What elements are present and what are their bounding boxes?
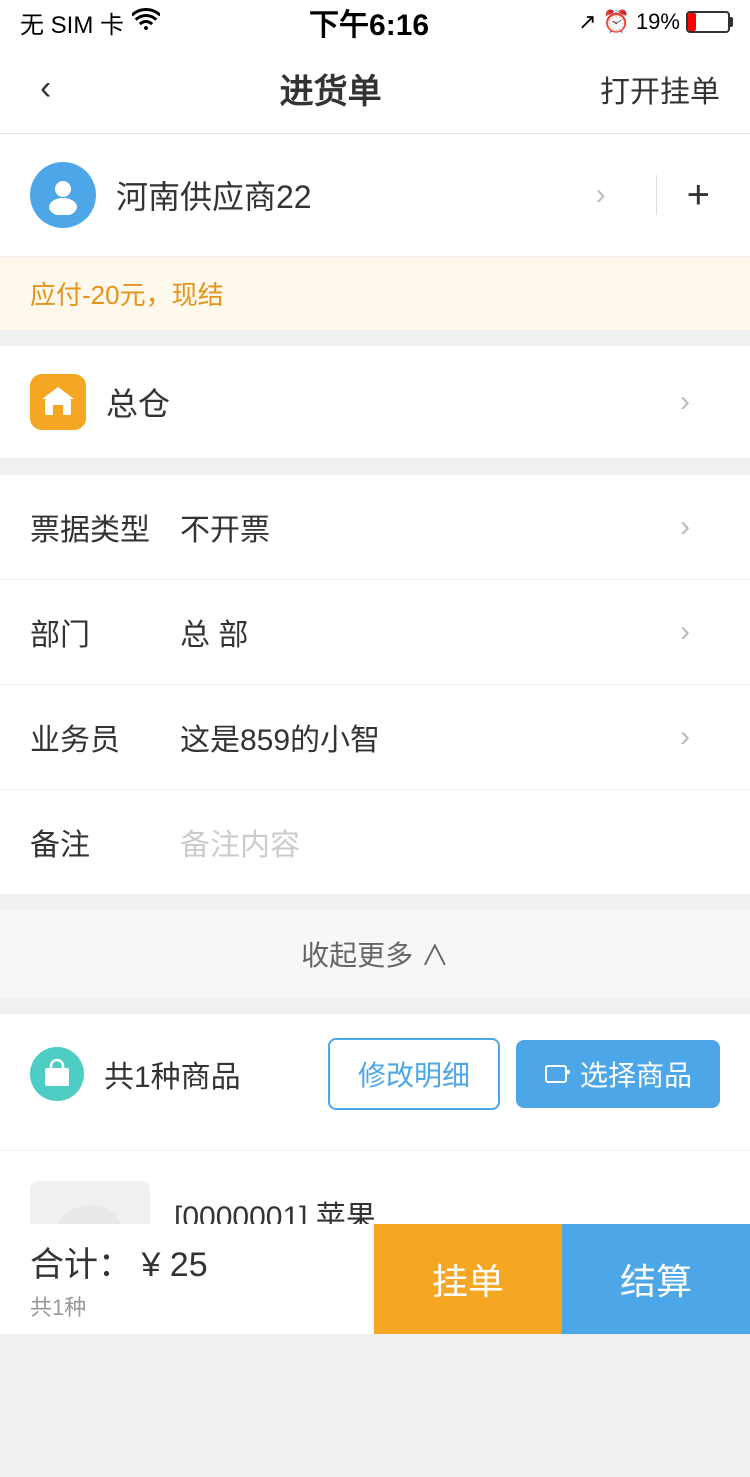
- status-right: ↗ ⏰ 19%: [578, 9, 730, 35]
- department-label: 部门: [30, 610, 180, 654]
- products-icon: [30, 1047, 84, 1101]
- select-product-button[interactable]: 选择商品: [516, 1040, 720, 1108]
- salesperson-chevron-icon: ›: [680, 720, 690, 754]
- warehouse-row[interactable]: 总仓 ›: [0, 346, 750, 458]
- supplier-card: 河南供应商22 › + 应付-20元，现结: [0, 134, 750, 330]
- form-card: 票据类型 不开票 › 部门 总 部 › 业务员 这是859的小智 › 备注 备注…: [0, 474, 750, 894]
- warehouse-chevron-icon: ›: [680, 385, 690, 419]
- supplier-row[interactable]: 河南供应商22 › +: [0, 134, 750, 257]
- department-chevron-icon: ›: [680, 615, 690, 649]
- wifi-icon: [132, 8, 160, 37]
- location-icon: ↗: [578, 9, 596, 35]
- hang-order-button[interactable]: 挂单: [374, 1224, 562, 1334]
- back-button[interactable]: ‹: [30, 59, 61, 118]
- collapse-toggle[interactable]: 收起更多 ∧: [0, 910, 750, 998]
- remark-label: 备注: [30, 820, 180, 864]
- warehouse-icon: [30, 374, 86, 430]
- supplier-name: 河南供应商22: [116, 172, 596, 218]
- supplier-avatar: [30, 162, 96, 228]
- salesperson-label: 业务员: [30, 715, 180, 759]
- time-display: 下午6:16: [309, 0, 429, 44]
- department-value: 总 部: [180, 610, 680, 654]
- page-title: 进货单: [280, 64, 382, 113]
- supplier-chevron-icon: ›: [596, 178, 606, 212]
- warehouse-name: 总仓: [106, 379, 680, 425]
- status-left: 无 SIM 卡: [20, 5, 160, 40]
- products-count: 共1种商品: [104, 1052, 328, 1096]
- remark-row[interactable]: 备注 备注内容: [0, 789, 750, 894]
- add-supplier-button[interactable]: +: [677, 173, 720, 218]
- battery-percent: 19%: [636, 9, 680, 35]
- nav-bar: ‹ 进货单 打开挂单: [0, 44, 750, 134]
- edit-details-button[interactable]: 修改明细: [328, 1038, 500, 1110]
- open-pending-button[interactable]: 打开挂单: [600, 67, 720, 111]
- supplier-info-banner: 应付-20元，现结: [0, 257, 750, 330]
- divider: [656, 175, 657, 215]
- checkout-button[interactable]: 结算: [562, 1224, 750, 1334]
- carrier-text: 无 SIM 卡: [20, 5, 124, 40]
- products-header: 共1种商品 修改明细 选择商品: [0, 1014, 750, 1134]
- battery-icon: [686, 11, 730, 33]
- status-bar: 无 SIM 卡 下午6:16 ↗ ⏰ 19%: [0, 0, 750, 44]
- warehouse-card[interactable]: 总仓 ›: [0, 346, 750, 458]
- department-row[interactable]: 部门 总 部 ›: [0, 579, 750, 684]
- invoice-label: 票据类型: [30, 505, 180, 549]
- alarm-icon: ⏰: [603, 9, 630, 35]
- invoice-chevron-icon: ›: [680, 510, 690, 544]
- total-amount: 合计： ¥ 25: [30, 1237, 344, 1286]
- bottom-spacer: [0, 1347, 750, 1477]
- invoice-value: 不开票: [180, 505, 680, 549]
- salesperson-value: 这是859的小智: [180, 715, 680, 759]
- total-count: 共1种: [30, 1290, 344, 1322]
- invoice-row[interactable]: 票据类型 不开票 ›: [0, 474, 750, 579]
- total-section: 合计： ¥ 25 共1种: [0, 1224, 374, 1334]
- remark-input[interactable]: 备注内容: [180, 820, 720, 864]
- salesperson-row[interactable]: 业务员 这是859的小智 ›: [0, 684, 750, 789]
- bottom-bar: 合计： ¥ 25 共1种 挂单 结算: [0, 1224, 750, 1334]
